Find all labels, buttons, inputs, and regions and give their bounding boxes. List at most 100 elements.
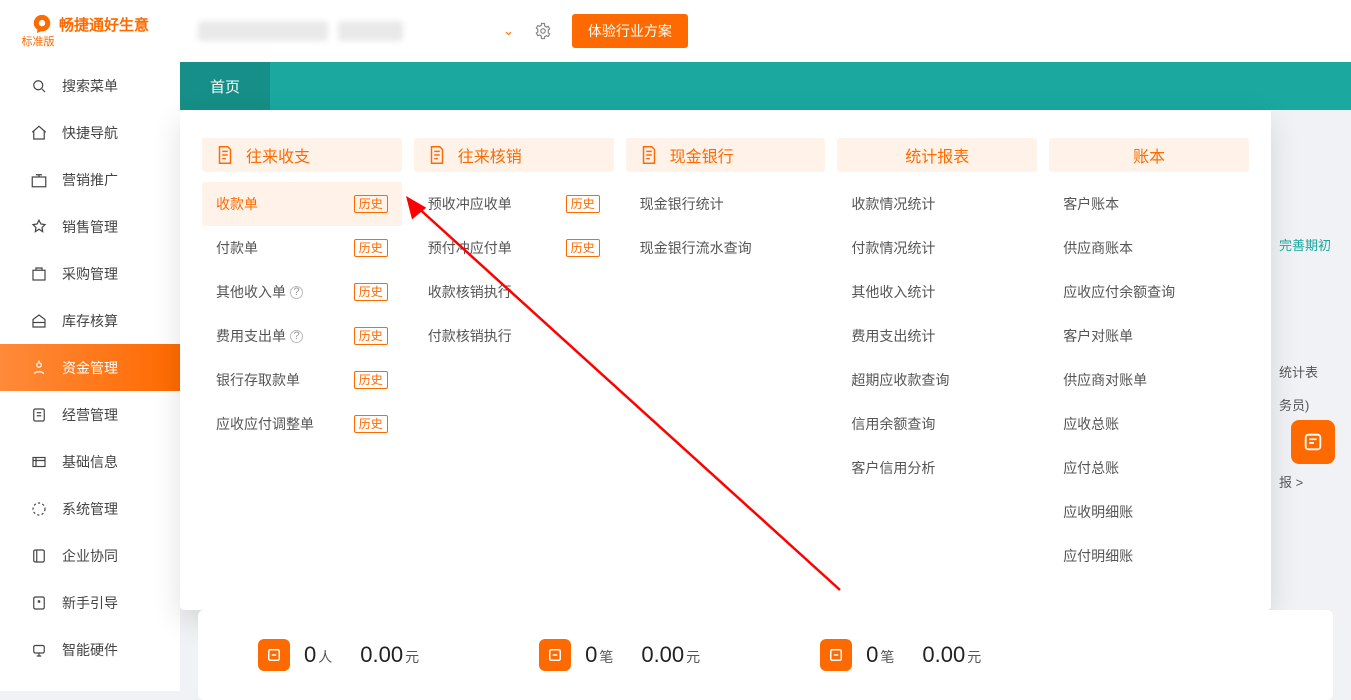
gear-icon[interactable]	[534, 22, 552, 40]
mega-item-0-5[interactable]: 应收应付调整单 历史	[202, 402, 402, 446]
mega-item-1-1[interactable]: 预付冲应付单 历史	[414, 226, 614, 270]
history-badge[interactable]: 历史	[354, 195, 388, 213]
mega-item-3-6[interactable]: 客户信用分析	[837, 446, 1037, 490]
mega-item-4-4[interactable]: 供应商对账单	[1049, 358, 1249, 402]
mega-column-title: 现金银行	[670, 143, 734, 167]
mega-item-label: 费用支出统计	[851, 326, 935, 346]
sidebar-item-icon	[30, 77, 48, 95]
mega-item-3-5[interactable]: 信用余额查询	[837, 402, 1037, 446]
history-badge[interactable]: 历史	[354, 239, 388, 257]
history-badge[interactable]: 历史	[354, 415, 388, 433]
sidebar-item-7[interactable]: 经营管理	[0, 391, 180, 438]
mega-item-4-3[interactable]: 客户对账单	[1049, 314, 1249, 358]
stat-currency: 元	[967, 647, 981, 667]
mega-item-0-3[interactable]: 费用支出单? 历史	[202, 314, 402, 358]
mega-column-header: 往来收支	[202, 138, 402, 172]
mega-item-2-0[interactable]: 现金银行统计	[626, 182, 826, 226]
mega-item-4-0[interactable]: 客户账本	[1049, 182, 1249, 226]
sidebar-item-icon	[30, 171, 48, 189]
stat-count-unit: 人	[318, 647, 332, 667]
mega-item-2-1[interactable]: 现金银行流水查询	[626, 226, 826, 270]
sidebar-item-label: 营销推广	[62, 170, 118, 190]
mega-item-4-8[interactable]: 应付明细账	[1049, 534, 1249, 578]
history-badge[interactable]: 历史	[566, 195, 600, 213]
sidebar-item-icon	[30, 265, 48, 283]
sidebar-item-6[interactable]: 资金管理	[0, 344, 180, 391]
mega-column-title: 往来核销	[458, 143, 522, 167]
stat-amount: 0.00	[922, 642, 965, 668]
stat-count: 0	[304, 642, 316, 668]
mega-item-4-2[interactable]: 应收应付余额查询	[1049, 270, 1249, 314]
stat-icon	[258, 639, 290, 671]
mega-item-4-6[interactable]: 应付总账	[1049, 446, 1249, 490]
mega-item-3-2[interactable]: 其他收入统计	[837, 270, 1037, 314]
sidebar-nav: 搜索菜单 快捷导航 营销推广 销售管理 采购管理 库存核算 资金管理	[0, 62, 180, 673]
doc-icon	[426, 144, 448, 166]
help-icon[interactable]: ?	[290, 330, 303, 343]
mega-column-list: 收款情况统计 付款情况统计 其他收入统计 费用支出统计 超期应收款查询 信用余额…	[837, 182, 1037, 490]
mega-item-label: 现金银行统计	[640, 194, 724, 214]
history-badge[interactable]: 历史	[354, 283, 388, 301]
mega-item-label: 收款单	[216, 194, 258, 214]
help-icon[interactable]: ?	[290, 286, 303, 299]
sidebar-item-1[interactable]: 快捷导航	[0, 109, 180, 156]
sidebar-item-5[interactable]: 库存核算	[0, 297, 180, 344]
mega-item-0-1[interactable]: 付款单 历史	[202, 226, 402, 270]
mega-item-1-2[interactable]: 收款核销执行	[414, 270, 614, 314]
sidebar-item-icon	[30, 547, 48, 565]
sidebar-item-3[interactable]: 销售管理	[0, 203, 180, 250]
mega-item-4-1[interactable]: 供应商账本	[1049, 226, 1249, 270]
mega-column-list: 现金银行统计 现金银行流水查询	[626, 182, 826, 270]
sidebar-item-4[interactable]: 采购管理	[0, 250, 180, 297]
history-badge[interactable]: 历史	[354, 327, 388, 345]
sidebar-item-9[interactable]: 系统管理	[0, 485, 180, 532]
sidebar-item-icon	[30, 359, 48, 377]
mega-column-list: 收款单 历史 付款单 历史 其他收入单? 历史 费用支出单? 历史 银行存取款单…	[202, 182, 402, 446]
mega-item-0-2[interactable]: 其他收入单? 历史	[202, 270, 402, 314]
mega-item-3-4[interactable]: 超期应收款查询	[837, 358, 1037, 402]
sidebar-item-10[interactable]: 企业协同	[0, 532, 180, 579]
mega-item-4-5[interactable]: 应收总账	[1049, 402, 1249, 446]
mega-item-label: 预付冲应付单	[428, 238, 512, 258]
mega-item-3-3[interactable]: 费用支出统计	[837, 314, 1037, 358]
mega-item-3-1[interactable]: 付款情况统计	[837, 226, 1037, 270]
link-complete-opening[interactable]: 完善期初	[1279, 235, 1331, 254]
doc-icon	[214, 144, 236, 166]
stats-strip: 0 人 0.00 元 0 笔 0.00 元 0 笔 0.00 元	[198, 610, 1333, 700]
chevron-down-icon[interactable]: ⌄	[503, 23, 514, 39]
brand-edition: 标准版	[22, 33, 55, 49]
mega-item-label: 收款情况统计	[851, 194, 935, 214]
sidebar-item-11[interactable]: 新手引导	[0, 579, 180, 626]
history-badge[interactable]: 历史	[566, 239, 600, 257]
sidebar-item-icon	[30, 124, 48, 142]
peek-text-3: 报 >	[1279, 472, 1303, 491]
try-industry-plan-button[interactable]: 体验行业方案	[572, 14, 688, 48]
history-badge[interactable]: 历史	[354, 371, 388, 389]
sidebar-item-8[interactable]: 基础信息	[0, 438, 180, 485]
mega-column: 统计报表 收款情况统计 付款情况统计 其他收入统计 费用支出统计 超期应收款查询…	[837, 138, 1037, 580]
mega-item-label: 客户对账单	[1063, 326, 1133, 346]
mega-item-4-7[interactable]: 应收明细账	[1049, 490, 1249, 534]
mega-item-1-0[interactable]: 预收冲应收单 历史	[414, 182, 614, 226]
stat-count: 0	[866, 642, 878, 668]
sidebar-item-2[interactable]: 营销推广	[0, 156, 180, 203]
mega-item-0-0[interactable]: 收款单 历史	[202, 182, 402, 226]
sidebar-item-12[interactable]: 智能硬件	[0, 626, 180, 673]
mega-column-header: 统计报表	[837, 138, 1037, 172]
stat-icon	[539, 639, 571, 671]
stat-count: 0	[585, 642, 597, 668]
mega-item-0-4[interactable]: 银行存取款单 历史	[202, 358, 402, 402]
sidebar-item-0[interactable]: 搜索菜单	[0, 62, 180, 109]
mega-item-3-0[interactable]: 收款情况统计	[837, 182, 1037, 226]
tab-home[interactable]: 首页	[180, 62, 270, 110]
org-selector-blurred[interactable]	[198, 21, 328, 41]
funds-mega-menu: 往来收支 收款单 历史 付款单 历史 其他收入单? 历史 费用支出单? 历史 银…	[180, 110, 1271, 610]
mega-item-label: 信用余额查询	[851, 414, 935, 434]
stat-block: 0 笔 0.00 元	[820, 639, 981, 671]
floating-action-button[interactable]	[1291, 420, 1335, 464]
org-selector-blurred-2[interactable]	[338, 21, 403, 41]
mega-item-label: 应收明细账	[1063, 502, 1133, 522]
mega-column: 往来收支 收款单 历史 付款单 历史 其他收入单? 历史 费用支出单? 历史 银…	[202, 138, 402, 580]
mega-item-1-3[interactable]: 付款核销执行	[414, 314, 614, 358]
mega-item-label: 客户信用分析	[851, 458, 935, 478]
